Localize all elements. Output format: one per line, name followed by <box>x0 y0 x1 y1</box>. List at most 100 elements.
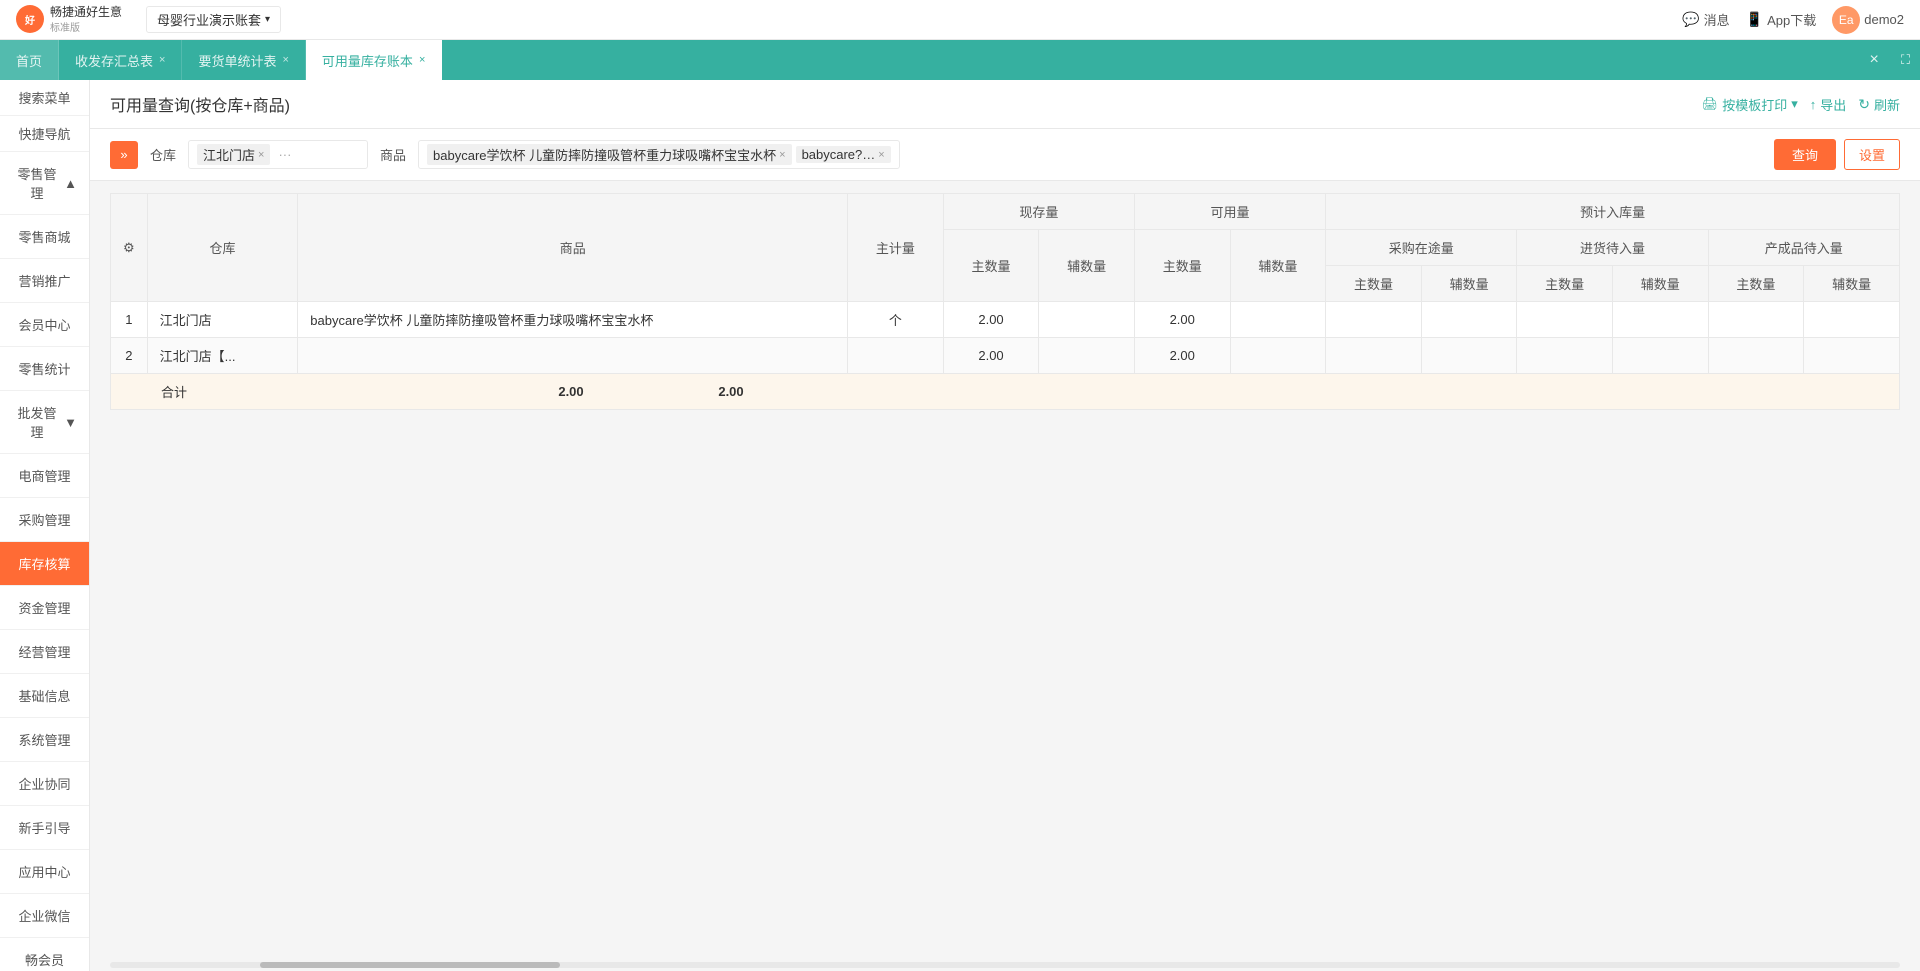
tab-requisition-label: 要货单统计表 <box>198 51 276 70</box>
logo-sub: 标准版 <box>50 19 122 34</box>
message-icon <box>1682 11 1699 28</box>
sidebar-item-purchase-mgmt[interactable]: 采购管理 <box>0 498 89 542</box>
product-tag2-value: babycare?… <box>802 147 876 162</box>
sidebar-item-enterprise-coop[interactable]: 企业协同 <box>0 762 89 806</box>
row1-current-aux <box>1039 302 1135 338</box>
logo-icon: 好 <box>16 5 44 33</box>
product-tag1-close[interactable]: × <box>779 149 785 161</box>
sidebar-item-finance-mgmt[interactable]: 资金管理 <box>0 586 89 630</box>
expand-tabs-btn[interactable]: ⛶ <box>1891 40 1920 80</box>
sidebar-item-system-mgmt[interactable]: 系统管理 <box>0 718 89 762</box>
filter-row: » 仓库 江北门店 × ··· 商品 babycare学饮杯 儿童防摔防撞吸管杯… <box>90 129 1920 181</box>
table-footer: 合计 2.00 2.00 <box>110 374 1900 410</box>
sidebar-item-app-center[interactable]: 应用中心 <box>0 850 89 894</box>
th-purchase-aux: 辅数量 <box>1421 266 1517 302</box>
tab-available-ledger-close[interactable]: × <box>419 54 425 66</box>
page-title: 可用量查询(按仓库+商品) <box>110 92 290 116</box>
warehouse-more[interactable]: ··· <box>274 147 295 162</box>
row1-current-main: 2.00 <box>943 302 1039 338</box>
sidebar-item-inventory-check[interactable]: 库存核算 <box>0 542 89 586</box>
sidebar-search[interactable]: 搜索菜单 <box>0 80 89 116</box>
avatar: Ea <box>1832 6 1860 34</box>
row1-avail-main: 2.00 <box>1134 302 1230 338</box>
product-tag2-close[interactable]: × <box>878 149 884 161</box>
sidebar-item-ecommerce[interactable]: 电商管理 <box>0 454 89 498</box>
page-header: 可用量查询(按仓库+商品) 按模板打印 ▾ 导出 刷新 <box>90 80 1920 129</box>
template-print-btn[interactable]: 按模板打印 ▾ <box>1702 95 1798 114</box>
warehouse-tag-close[interactable]: × <box>258 149 264 161</box>
row2-avail-aux <box>1230 338 1326 374</box>
filter-actions: 查询 设置 <box>1774 139 1900 170</box>
sidebar-purchase-mgmt-label: 采购管理 <box>18 510 70 529</box>
sidebar-item-vip-member[interactable]: 畅会员 <box>0 938 89 971</box>
scroll-track <box>110 962 1900 968</box>
sidebar-item-retail-mall[interactable]: 零售商城 <box>0 215 89 259</box>
warehouse-tag: 江北门店 × <box>197 144 270 165</box>
row2-purchase-aux <box>1421 338 1517 374</box>
row1-products-aux <box>1804 302 1900 338</box>
sidebar-quick-nav[interactable]: 快捷导航 <box>0 116 89 152</box>
org-selector[interactable]: 母婴行业演示账套 ▾ <box>146 6 281 33</box>
filter-toggle-icon: » <box>120 147 127 162</box>
th-goods-aux: 辅数量 <box>1612 266 1708 302</box>
warehouse-input[interactable]: 江北门店 × ··· <box>188 140 368 169</box>
sidebar-item-enterprise-wechat[interactable]: 企业微信 <box>0 894 89 938</box>
th-purchase-in-transit: 采购在途量 <box>1326 230 1517 266</box>
tab-collect-pay-close[interactable]: × <box>159 54 165 66</box>
row1-goods-aux <box>1612 302 1708 338</box>
message-btn[interactable]: 消息 <box>1682 10 1729 29</box>
footer-available-main: 2.00 <box>691 384 771 399</box>
row2-products-aux <box>1804 338 1900 374</box>
sidebar-item-retail-mgmt[interactable]: 零售管理 ▲ <box>0 152 89 215</box>
top-bar-right: 消息 App下载 Ea demo2 <box>1682 6 1904 34</box>
logo-text-wrap: 畅捷通好生意 标准版 <box>50 5 122 34</box>
user-area[interactable]: Ea demo2 <box>1832 6 1904 34</box>
product-label: 商品 <box>380 145 406 164</box>
retail-mgmt-arrow: ▲ <box>64 176 77 191</box>
tab-requisition[interactable]: 要货单统计表 × <box>182 40 305 80</box>
row2-avail-main: 2.00 <box>1134 338 1230 374</box>
tab-available-ledger-label: 可用量库存账本 <box>322 51 413 70</box>
query-btn[interactable]: 查询 <box>1774 139 1836 170</box>
tab-collect-pay[interactable]: 收发存汇总表 × <box>59 40 182 80</box>
export-btn[interactable]: 导出 <box>1810 95 1847 114</box>
sidebar-member-center-label: 会员中心 <box>18 315 70 334</box>
row1-warehouse: 江北门店 <box>147 302 298 338</box>
search-label: 搜索菜单 <box>18 91 70 106</box>
sidebar-item-operations-mgmt[interactable]: 经营管理 <box>0 630 89 674</box>
row2-no: 2 <box>111 338 148 374</box>
row2-product <box>298 338 848 374</box>
sidebar-item-retail-stats[interactable]: 零售统计 <box>0 347 89 391</box>
product-input[interactable]: babycare学饮杯 儿童防摔防撞吸管杯重力球吸嘴杯宝宝水杯 × babyca… <box>418 140 900 169</box>
sidebar-item-marketing[interactable]: 营销推广 <box>0 259 89 303</box>
export-label: 导出 <box>1820 95 1846 114</box>
tab-requisition-close[interactable]: × <box>282 54 288 66</box>
tab-home-label: 首页 <box>16 51 42 70</box>
row1-purchase-main <box>1326 302 1422 338</box>
scroll-bar[interactable] <box>90 959 1920 971</box>
message-label: 消息 <box>1704 10 1730 29</box>
main-layout: 搜索菜单 快捷导航 零售管理 ▲ 零售商城 营销推广 会员中心 零售统计 批发管… <box>0 80 1920 971</box>
sidebar-item-wholesale-mgmt[interactable]: 批发管理 ▼ <box>0 391 89 454</box>
tab-home[interactable]: 首页 <box>0 40 59 80</box>
org-name: 母婴行业演示账套 <box>157 10 261 29</box>
th-predicted-in: 预计入库量 <box>1326 194 1900 230</box>
sidebar-retail-stats-label: 零售统计 <box>18 359 70 378</box>
app-download-btn[interactable]: App下载 <box>1746 10 1817 29</box>
tab-available-ledger[interactable]: 可用量库存账本 × <box>306 40 442 80</box>
refresh-btn[interactable]: 刷新 <box>1858 95 1900 114</box>
settings-btn[interactable]: 设置 <box>1844 139 1900 170</box>
sidebar-item-basic-info[interactable]: 基础信息 <box>0 674 89 718</box>
footer-current-main: 2.00 <box>531 384 611 399</box>
sidebar-enterprise-wechat-label: 企业微信 <box>18 906 70 925</box>
th-current-aux-qty: 辅数量 <box>1039 230 1135 302</box>
close-all-tabs-btn[interactable]: × <box>1858 40 1891 80</box>
sidebar-operations-mgmt-label: 经营管理 <box>18 642 70 661</box>
sidebar-item-member-center[interactable]: 会员中心 <box>0 303 89 347</box>
scroll-thumb[interactable] <box>260 962 560 968</box>
row2-current-aux <box>1039 338 1135 374</box>
filter-toggle-btn[interactable]: » <box>110 141 138 169</box>
th-avail-main-qty: 主数量 <box>1134 230 1230 302</box>
th-products-aux: 辅数量 <box>1804 266 1900 302</box>
sidebar-item-new-guide[interactable]: 新手引导 <box>0 806 89 850</box>
